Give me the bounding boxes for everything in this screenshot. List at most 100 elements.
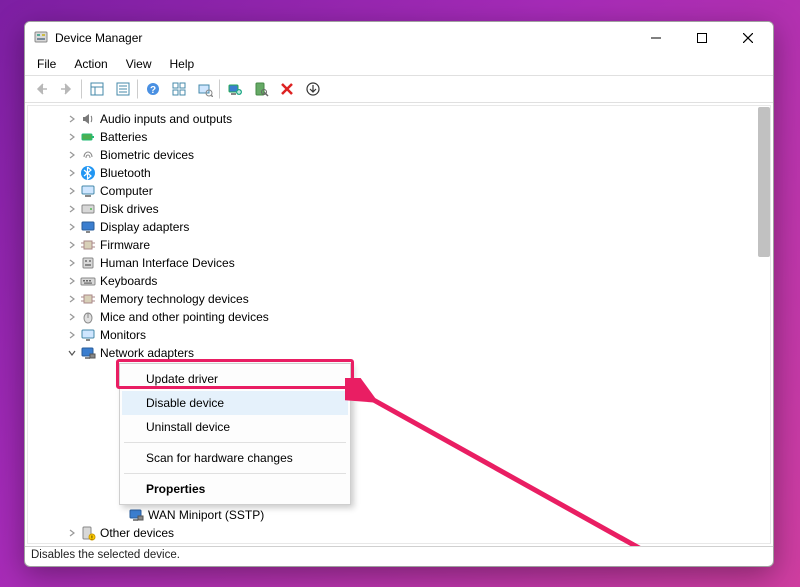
chevron-icon[interactable] (66, 311, 78, 323)
tree-category[interactable]: Biometric devices (68, 146, 770, 164)
unknown-icon: ! (80, 525, 96, 541)
chevron-icon[interactable] (66, 329, 78, 341)
tree-category[interactable]: Monitors (68, 326, 770, 344)
chevron-icon[interactable] (66, 167, 78, 179)
chip-icon (80, 291, 96, 307)
status-bar: Disables the selected device. (25, 546, 773, 566)
maximize-button[interactable] (679, 22, 725, 54)
tree-category[interactable]: Mice and other pointing devices (68, 308, 770, 326)
chevron-icon[interactable] (66, 221, 78, 233)
tree-device[interactable]: WAN Miniport (SSTP) (116, 506, 770, 524)
ctx-separator (124, 442, 346, 443)
tree-category-label: Audio inputs and outputs (100, 112, 232, 126)
tree-category-label: Disk drives (100, 202, 159, 216)
scrollbar-thumb[interactable] (758, 107, 770, 257)
tree-view-container: Audio inputs and outputs Batteries Biometr… (25, 103, 773, 546)
status-text: Disables the selected device. (31, 549, 180, 561)
tree-category[interactable]: Memory technology devices (68, 290, 770, 308)
ctx-disable-device[interactable]: Disable device (122, 391, 348, 415)
toolbar-back-button[interactable] (29, 77, 53, 101)
ctx-update-driver[interactable]: Update driver (122, 367, 348, 391)
display-icon (80, 219, 96, 235)
toolbar-grid-button[interactable] (167, 77, 191, 101)
chevron-icon[interactable] (66, 293, 78, 305)
menu-help[interactable]: Help (162, 55, 203, 73)
menu-action[interactable]: Action (66, 55, 115, 73)
chevron-icon[interactable] (66, 239, 78, 251)
fingerprint-icon (80, 147, 96, 163)
toolbar: ? (25, 75, 773, 103)
chevron-icon[interactable] (66, 275, 78, 287)
tree-category-label: Memory technology devices (100, 292, 249, 306)
chevron-icon[interactable] (66, 185, 78, 197)
chevron-icon[interactable] (66, 347, 78, 359)
tree-category-label: Mice and other pointing devices (100, 310, 269, 324)
tree-category-label: Bluetooth (100, 166, 151, 180)
context-menu: Update driver Disable device Uninstall d… (119, 363, 351, 505)
network-icon (128, 507, 144, 523)
tree-category-label: Monitors (100, 328, 146, 342)
chevron-icon[interactable] (66, 131, 78, 143)
tree-category[interactable]: Firmware (68, 236, 770, 254)
minimize-button[interactable] (633, 22, 679, 54)
app-icon (33, 30, 49, 46)
tree-category-label: Display adapters (100, 220, 189, 234)
menu-file[interactable]: File (29, 55, 64, 73)
toolbar-disable-button[interactable] (275, 77, 299, 101)
toolbar-separator (137, 79, 139, 99)
tree-category[interactable]: Computer (68, 182, 770, 200)
network-icon (80, 345, 96, 361)
toolbar-scan-button[interactable] (193, 77, 217, 101)
toolbar-update-down-button[interactable] (301, 77, 325, 101)
titlebar: Device Manager (25, 22, 773, 54)
tree-category[interactable]: Keyboards (68, 272, 770, 290)
toolbar-properties-button[interactable] (111, 77, 135, 101)
battery-icon (80, 129, 96, 145)
chevron-icon[interactable] (66, 527, 78, 539)
toolbar-showmenu-button[interactable] (85, 77, 109, 101)
tree-category-label: Firmware (100, 238, 150, 252)
tree-category-label: Batteries (100, 130, 147, 144)
chevron-icon[interactable] (66, 257, 78, 269)
disk-icon (80, 201, 96, 217)
device-manager-window: Device Manager File Action View Help (24, 21, 774, 567)
window-title: Device Manager (55, 31, 633, 45)
ctx-properties[interactable]: Properties (122, 477, 348, 501)
bluetooth-icon (80, 165, 96, 181)
tree-category-label: Other devices (100, 526, 174, 540)
tree-category[interactable]: Audio inputs and outputs (68, 110, 770, 128)
tree-category[interactable]: Bluetooth (68, 164, 770, 182)
speaker-icon (80, 111, 96, 127)
monitor-icon (80, 327, 96, 343)
tree-category-label: Keyboards (100, 274, 157, 288)
tree-category[interactable]: Human Interface Devices (68, 254, 770, 272)
computer-icon (80, 183, 96, 199)
svg-text:?: ? (150, 85, 156, 96)
toolbar-separator (81, 79, 83, 99)
tree-category-label: Human Interface Devices (100, 256, 235, 270)
tree-category[interactable]: Batteries (68, 128, 770, 146)
tree-category-label: Network adapters (100, 346, 194, 360)
tree-category-label: Computer (100, 184, 153, 198)
hid-icon (80, 255, 96, 271)
toolbar-separator (219, 79, 221, 99)
toolbar-help-button[interactable]: ? (141, 77, 165, 101)
tree-category[interactable]: Disk drives (68, 200, 770, 218)
tree-device-label: WAN Miniport (SSTP) (148, 508, 264, 522)
chip-icon (80, 237, 96, 253)
chevron-icon[interactable] (66, 113, 78, 125)
tree-category[interactable]: Display adapters (68, 218, 770, 236)
toolbar-updatedriver-button[interactable] (223, 77, 247, 101)
chevron-icon[interactable] (66, 203, 78, 215)
tree-category-label: Biometric devices (100, 148, 194, 162)
toolbar-forward-button[interactable] (55, 77, 79, 101)
chevron-icon[interactable] (66, 149, 78, 161)
tree-category[interactable]: ! Other devices (68, 524, 770, 542)
ctx-scan-hardware[interactable]: Scan for hardware changes (122, 446, 348, 470)
menu-view[interactable]: View (118, 55, 160, 73)
tree-category[interactable]: Network adapters (68, 344, 770, 362)
keyboard-icon (80, 273, 96, 289)
ctx-uninstall-device[interactable]: Uninstall device (122, 415, 348, 439)
toolbar-uninstall-button[interactable] (249, 77, 273, 101)
close-button[interactable] (725, 22, 771, 54)
